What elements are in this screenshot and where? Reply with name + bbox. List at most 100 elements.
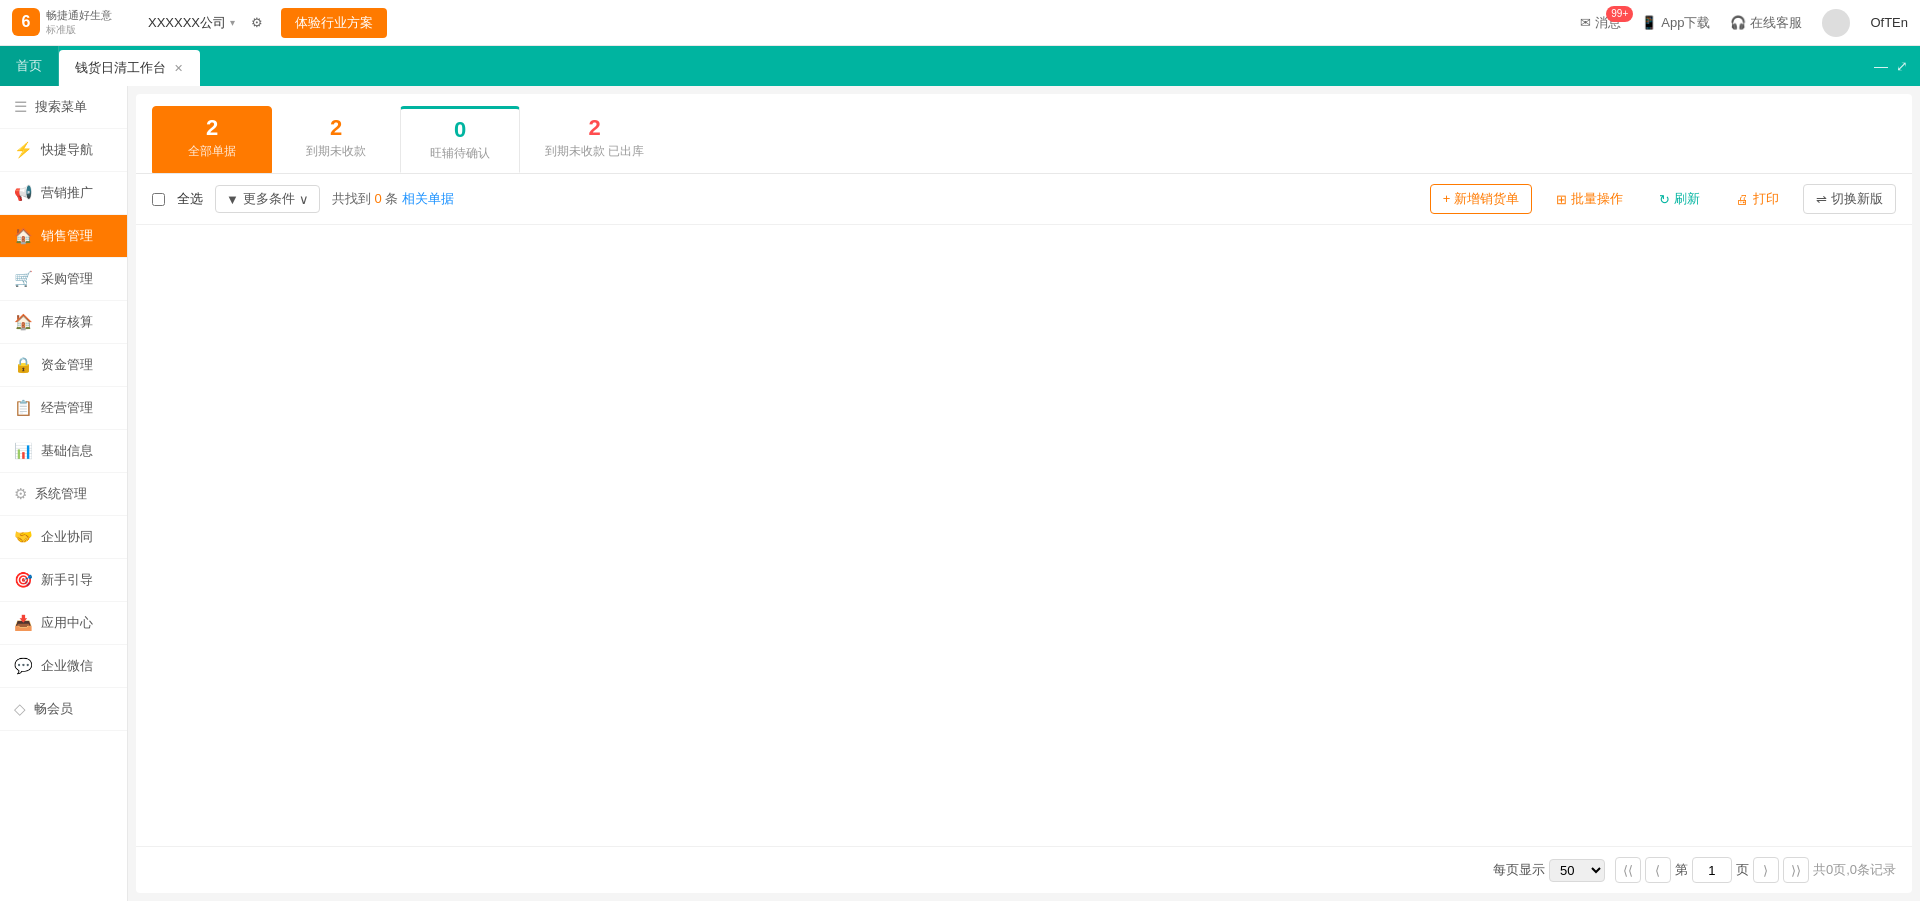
search-menu-icon: ☰ — [14, 98, 27, 116]
switch-icon: ⇌ — [1816, 192, 1827, 207]
pending-label: 旺辅待确认 — [421, 145, 499, 162]
toolbar: 全选 ▼ 更多条件 ∨ 共找到 0 条 相关单据 + 新增销货单 — [136, 174, 1912, 225]
sidebar: ☰ 搜索菜单 ⚡ 快捷导航 📢 营销推广 🏠 销售管理 🛒 采购管理 🏠 库存核… — [0, 86, 128, 901]
expand-icon[interactable]: ⤢ — [1896, 58, 1908, 74]
page-size-dropdown[interactable]: 50 100 200 — [1549, 859, 1605, 882]
sidebar-item-finance[interactable]: 🔒 资金管理 — [0, 344, 127, 387]
prev-page-button[interactable]: ⟨ — [1645, 857, 1671, 883]
sidebar-item-base-info[interactable]: 📊 基础信息 — [0, 430, 127, 473]
all-count: 2 — [173, 115, 251, 141]
logo-area: 6 畅捷通好生意 标准版 — [12, 8, 140, 36]
settings-icon[interactable]: ⚙ — [243, 9, 271, 37]
overdue-count: 2 — [297, 115, 375, 141]
avatar[interactable] — [1822, 9, 1850, 37]
finance-icon: 🔒 — [14, 356, 33, 374]
batch-operation-button[interactable]: ⊞ 批量操作 — [1544, 185, 1635, 213]
sidebar-item-marketing[interactable]: 📢 营销推广 — [0, 172, 127, 215]
message-icon: ✉ — [1580, 15, 1591, 30]
page-number-input[interactable] — [1692, 857, 1732, 883]
sidebar-item-operations[interactable]: 📋 经营管理 — [0, 387, 127, 430]
switch-version-button[interactable]: ⇌ 切换新版 — [1803, 184, 1896, 214]
sidebar-item-search-menu[interactable]: ☰ 搜索菜单 — [0, 86, 127, 129]
batch-icon: ⊞ — [1556, 192, 1567, 207]
messages-button[interactable]: ✉ 消息 99 — [1580, 14, 1621, 32]
shipped-count: 2 — [545, 115, 644, 141]
company-selector[interactable]: XXXXXX公司 ▾ — [148, 14, 235, 32]
top-header: 6 畅捷通好生意 标准版 XXXXXX公司 ▾ ⚙ 体验行业方案 ✉ 消息 99… — [0, 0, 1920, 46]
sidebar-item-app-center[interactable]: 📥 应用中心 — [0, 602, 127, 645]
guide-icon: 🎯 — [14, 571, 33, 589]
refresh-button[interactable]: ↻ 刷新 — [1647, 185, 1712, 213]
summary-tab-overdue[interactable]: 2 到期未收款 — [276, 106, 396, 173]
member-icon: ◇ — [14, 700, 26, 718]
toolbar-left: 全选 ▼ 更多条件 ∨ 共找到 0 条 相关单据 — [152, 185, 1418, 213]
tab-home[interactable]: 首页 — [0, 46, 59, 86]
sales-icon: 🏠 — [14, 227, 33, 245]
shipped-label: 到期未收款 已出库 — [545, 143, 644, 160]
cooperation-icon: 🤝 — [14, 528, 33, 546]
chevron-down-icon: ▾ — [230, 17, 235, 28]
print-button[interactable]: 🖨 打印 — [1724, 185, 1791, 213]
found-num: 0 — [375, 191, 382, 206]
tab-daily-work[interactable]: 钱货日清工作台 ✕ — [59, 50, 200, 86]
nav-tab-actions: — ⤢ — [1874, 46, 1920, 86]
summary-tab-shipped[interactable]: 2 到期未收款 已出库 — [524, 106, 665, 173]
app-center-icon: 📥 — [14, 614, 33, 632]
message-badge: 99 — [1606, 6, 1633, 22]
username-label[interactable]: OfTEn — [1870, 15, 1908, 30]
sidebar-item-cooperation[interactable]: 🤝 企业协同 — [0, 516, 127, 559]
select-all-checkbox[interactable] — [152, 193, 165, 206]
sidebar-item-wechat[interactable]: 💬 企业微信 — [0, 645, 127, 688]
print-icon: 🖨 — [1736, 192, 1749, 207]
base-info-icon: 📊 — [14, 442, 33, 460]
sidebar-item-quick-nav[interactable]: ⚡ 快捷导航 — [0, 129, 127, 172]
found-text: 共找到 0 条 相关单据 — [332, 190, 454, 208]
summary-tab-all[interactable]: 2 全部单据 — [152, 106, 272, 173]
nav-tabs: 首页 钱货日清工作台 ✕ — ⤢ — [0, 46, 1920, 86]
overdue-label: 到期未收款 — [297, 143, 375, 160]
main-content: 2 全部单据 2 到期未收款 0 旺辅待确认 2 到期未收款 已出库 全选 — [128, 86, 1920, 901]
purchase-icon: 🛒 — [14, 270, 33, 288]
pending-count: 0 — [421, 117, 499, 143]
system-icon: ⚙ — [14, 485, 27, 503]
sidebar-item-sales[interactable]: 🏠 销售管理 — [0, 215, 127, 258]
pagination-controls: ⟨⟨ ⟨ 第 页 ⟩ ⟩⟩ 共0页,0条记录 — [1615, 857, 1896, 883]
close-tab-icon[interactable]: ✕ — [174, 62, 183, 75]
first-page-button[interactable]: ⟨⟨ — [1615, 857, 1641, 883]
online-service-button[interactable]: 🎧 在线客服 — [1730, 14, 1802, 32]
sidebar-item-system[interactable]: ⚙ 系统管理 — [0, 473, 127, 516]
add-order-button[interactable]: + 新增销货单 — [1430, 184, 1532, 214]
page-total: 共0页,0条记录 — [1813, 861, 1896, 879]
page-size-select: 每页显示 50 100 200 — [1493, 859, 1605, 882]
operations-icon: 📋 — [14, 399, 33, 417]
table-area — [136, 225, 1912, 846]
toolbar-right: + 新增销货单 ⊞ 批量操作 ↻ 刷新 🖨 打印 ⇌ 切换新版 — [1430, 184, 1896, 214]
minimize-icon[interactable]: — — [1874, 58, 1888, 74]
sidebar-item-guide[interactable]: 🎯 新手引导 — [0, 559, 127, 602]
chevron-icon: ∨ — [299, 192, 309, 207]
refresh-icon: ↻ — [1659, 192, 1670, 207]
quick-nav-icon: ⚡ — [14, 141, 33, 159]
trial-button[interactable]: 体验行业方案 — [281, 8, 387, 38]
next-page-button[interactable]: ⟩ — [1753, 857, 1779, 883]
logo-icon: 6 — [12, 8, 40, 36]
select-all-label: 全选 — [177, 190, 203, 208]
wechat-icon: 💬 — [14, 657, 33, 675]
content-area: 2 全部单据 2 到期未收款 0 旺辅待确认 2 到期未收款 已出库 全选 — [136, 94, 1912, 893]
last-page-button[interactable]: ⟩⟩ — [1783, 857, 1809, 883]
sidebar-item-inventory[interactable]: 🏠 库存核算 — [0, 301, 127, 344]
all-label: 全部单据 — [173, 143, 251, 160]
summary-tab-pending[interactable]: 0 旺辅待确认 — [400, 106, 520, 173]
sidebar-item-member[interactable]: ◇ 畅会员 — [0, 688, 127, 731]
summary-tabs: 2 全部单据 2 到期未收款 0 旺辅待确认 2 到期未收款 已出库 — [136, 94, 1912, 174]
sidebar-item-purchase[interactable]: 🛒 采购管理 — [0, 258, 127, 301]
app-download-button[interactable]: 📱 App下载 — [1641, 14, 1710, 32]
filter-icon: ▼ — [226, 192, 239, 207]
related-orders-link[interactable]: 相关单据 — [402, 191, 454, 206]
filter-button[interactable]: ▼ 更多条件 ∨ — [215, 185, 320, 213]
phone-icon: 📱 — [1641, 15, 1657, 30]
logo-text: 畅捷通好生意 标准版 — [46, 8, 112, 36]
marketing-icon: 📢 — [14, 184, 33, 202]
footer-pagination: 每页显示 50 100 200 ⟨⟨ ⟨ 第 页 ⟩ ⟩⟩ 共0页,0条记录 — [136, 846, 1912, 893]
inventory-icon: 🏠 — [14, 313, 33, 331]
